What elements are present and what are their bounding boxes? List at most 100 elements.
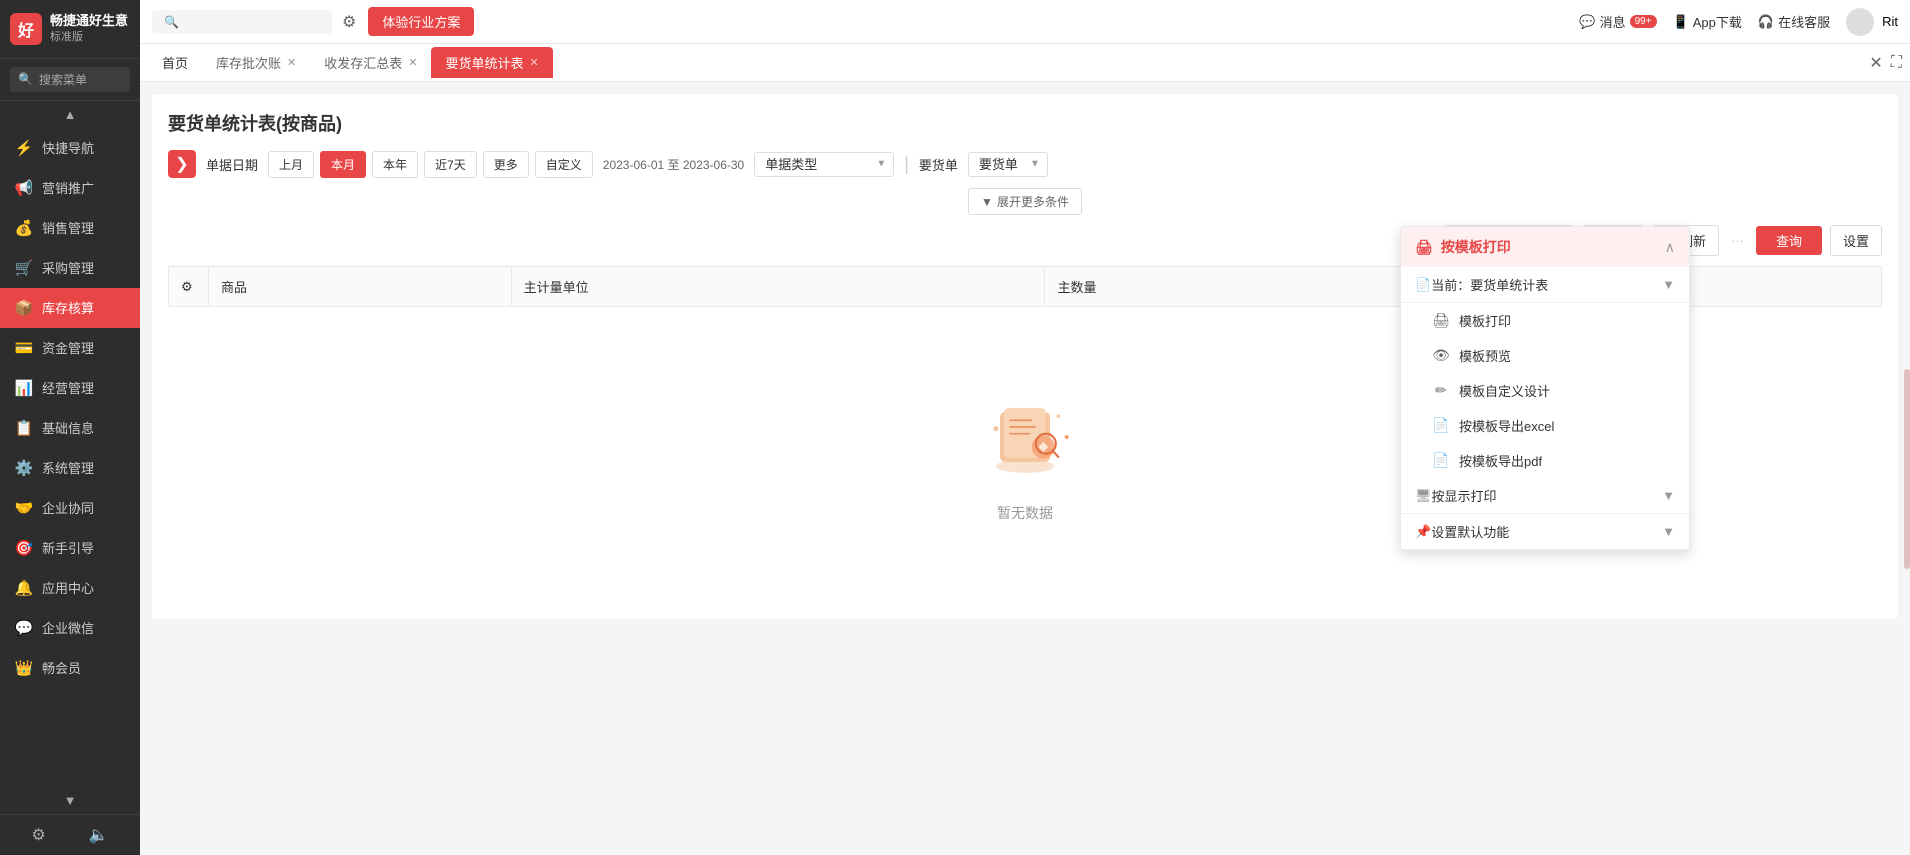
date-btn-this-year[interactable]: 本年 (372, 151, 418, 178)
guide-icon: 🎯 (14, 538, 34, 558)
order-type-select-wrap: 单据类型 (754, 152, 894, 177)
sidebar-item-ops[interactable]: 📊 经营管理 (0, 368, 140, 408)
app-download-button[interactable]: 📱 App下载 (1673, 12, 1742, 31)
collab-icon: 🤝 (14, 498, 34, 518)
date-btn-last-month[interactable]: 上月 (268, 151, 314, 178)
sidebar-search-area[interactable]: 🔍 搜索菜单 (0, 59, 140, 101)
tab-inventory-batch[interactable]: 库存批次账 ✕ (202, 47, 310, 78)
page-title: 要货单统计表(按商品) (168, 110, 342, 136)
logo-sub-text: 标准版 (50, 30, 128, 45)
default-label: 设置默认功能 (1431, 522, 1509, 541)
dropdown-item-label: 模板打印 (1459, 311, 1511, 330)
dropdown-item-template-preview[interactable]: 👁 模板预览 (1401, 338, 1689, 373)
tab-close-icon[interactable]: ✕ (287, 56, 296, 69)
date-btn-this-month[interactable]: 本月 (320, 151, 366, 178)
expand-more-row: ▼ 展开更多条件 (168, 188, 1882, 215)
sidebar-item-wechat[interactable]: 💬 企业微信 (0, 608, 140, 648)
filter-expand-button[interactable]: ❯ (168, 150, 196, 178)
sidebar-scroll-up[interactable]: ▲ (0, 101, 140, 128)
chevron-right-icon: ❯ (175, 154, 188, 174)
sidebar-item-label: 应用中心 (42, 578, 94, 597)
sidebar-search-button[interactable]: 🔍 搜索菜单 (10, 67, 130, 92)
col-unit: 主计量单位 (511, 267, 1045, 307)
logo-text: 畅捷通好生意 标准版 (50, 12, 128, 46)
sidebar: 好 畅捷通好生意 标准版 🔍 搜索菜单 ▲ ⚡ 快捷导航 📢 营销推广 💰 销售… (0, 0, 140, 855)
current-template-label: 当前：要货单统计表 (1431, 275, 1548, 294)
sidebar-item-label: 快捷导航 (42, 138, 94, 157)
sidebar-item-purchase[interactable]: 🛒 采购管理 (0, 248, 140, 288)
sidebar-item-system[interactable]: ⚙️ 系统管理 (0, 448, 140, 488)
sidebar-item-label: 企业微信 (42, 618, 94, 637)
expand-more-button[interactable]: ▼ 展开更多条件 (968, 188, 1082, 215)
sidebar-item-appstore[interactable]: 🔔 应用中心 (0, 568, 140, 608)
sidebar-item-label: 畅会员 (42, 658, 81, 677)
setting-button[interactable]: 设置 (1830, 225, 1882, 256)
sidebar-item-marketing[interactable]: 📢 营销推广 (0, 168, 140, 208)
dropdown-item-export-excel[interactable]: 📄 按模板导出excel (1401, 408, 1689, 443)
query-button[interactable]: 查询 (1756, 226, 1822, 255)
dropdown-item-export-pdf[interactable]: 📄 按模板导出pdf (1401, 443, 1689, 478)
current-template-header[interactable]: 📄 当前：要货单统计表 ▼ (1401, 267, 1689, 302)
search-icon: 🔍 (164, 15, 179, 29)
expand-more-label: 展开更多条件 (997, 193, 1069, 210)
tab-close-icon[interactable]: ✕ (530, 56, 539, 69)
date-btn-more[interactable]: 更多 (483, 151, 529, 178)
right-scrollbar[interactable] (1904, 369, 1910, 569)
default-setting-header[interactable]: 📌 设置默认功能 ▼ (1401, 514, 1689, 549)
sidebar-item-label: 新手引导 (42, 538, 94, 557)
dropdown-item-template-custom[interactable]: ✏ 模板自定义设计 (1401, 373, 1689, 408)
tab-label: 收发存汇总表 (324, 53, 402, 72)
sidebar-item-label: 营销推广 (42, 178, 94, 197)
sidebar-scroll-down[interactable]: ▼ (0, 787, 140, 814)
sidebar-item-quick-nav[interactable]: ⚡ 快捷导航 (0, 128, 140, 168)
chevron-down-icon: ▼ (1662, 488, 1675, 503)
default-icon: 📌 (1415, 524, 1431, 540)
gear-icon[interactable]: ⚙ (342, 12, 356, 32)
expand-tab-icon[interactable]: ⛶ (1891, 54, 1902, 72)
display-print-header[interactable]: 🖥 按显示打印 ▼ (1401, 478, 1689, 513)
topbar-search[interactable]: 🔍 (152, 10, 332, 34)
inventory-icon: 📦 (14, 298, 34, 318)
sidebar-item-inventory[interactable]: 📦 库存核算 (0, 288, 140, 328)
date-btn-7days[interactable]: 近7天 (424, 151, 477, 178)
sidebar-item-member[interactable]: 👑 畅会员 (0, 648, 140, 688)
avatar (1846, 8, 1874, 36)
trial-button[interactable]: 体验行业方案 (368, 7, 474, 36)
tab-receipt-summary[interactable]: 收发存汇总表 ✕ (310, 47, 431, 78)
chevron-down-icon: ▼ (981, 195, 993, 209)
settings-icon[interactable]: ⚙ (181, 279, 193, 294)
sidebar-item-collab[interactable]: 🤝 企业协同 (0, 488, 140, 528)
tab-order-stats[interactable]: 要货单统计表 ✕ (431, 47, 552, 78)
settings-icon[interactable]: ⚙ (31, 825, 45, 845)
user-area[interactable]: Rit (1846, 8, 1898, 36)
date-btn-custom[interactable]: 自定义 (535, 151, 593, 178)
dropdown-header[interactable]: 🖨 按模板打印 ∧ (1401, 227, 1689, 267)
message-button[interactable]: 💬 消息 99+ (1579, 12, 1656, 31)
dropdown-item-label: 模板自定义设计 (1459, 381, 1550, 400)
sidebar-item-basic[interactable]: 📋 基础信息 (0, 408, 140, 448)
sidebar-item-sales[interactable]: 💰 销售管理 (0, 208, 140, 248)
page-content: 要货单统计表(按商品) ❯ 单据日期 上月 本月 本年 近7天 更多 自定义 2… (140, 82, 1910, 855)
sidebar-item-guide[interactable]: 🎯 新手引导 (0, 528, 140, 568)
logo-icon: 好 (10, 13, 42, 45)
goods-select[interactable]: 要货单 (968, 152, 1048, 177)
speaker-icon[interactable]: 🔈 (89, 825, 109, 845)
pdf-icon: 📄 (1433, 453, 1449, 469)
tab-close-icon[interactable]: ✕ (408, 56, 417, 69)
close-tab-icon[interactable]: ✕ (1869, 53, 1882, 73)
action-more-icon[interactable]: ··· (1731, 233, 1744, 248)
app-icon: 📱 (1673, 14, 1689, 30)
logo-main-text: 畅捷通好生意 (50, 12, 128, 30)
dropdown-item-template-print[interactable]: 🖨 模板打印 (1401, 303, 1689, 338)
col-check: ⚙ (169, 267, 209, 307)
sidebar-item-finance[interactable]: 💳 资金管理 (0, 328, 140, 368)
message-label: 消息 (1600, 12, 1626, 31)
tab-home[interactable]: 首页 (148, 47, 202, 78)
sidebar-item-label: 资金管理 (42, 338, 94, 357)
quick-nav-icon: ⚡ (14, 138, 34, 158)
chevron-up-icon[interactable]: ∧ (1665, 239, 1675, 256)
wechat-icon: 💬 (14, 618, 34, 638)
order-type-select[interactable]: 单据类型 (754, 152, 894, 177)
dropdown-menu: 🖨 按模板打印 ∧ 📄 当前：要货单统计表 ▼ 🖨 模板打印 👁 模板预览 (1400, 226, 1690, 551)
online-service-button[interactable]: 🎧 在线客服 (1758, 12, 1830, 31)
